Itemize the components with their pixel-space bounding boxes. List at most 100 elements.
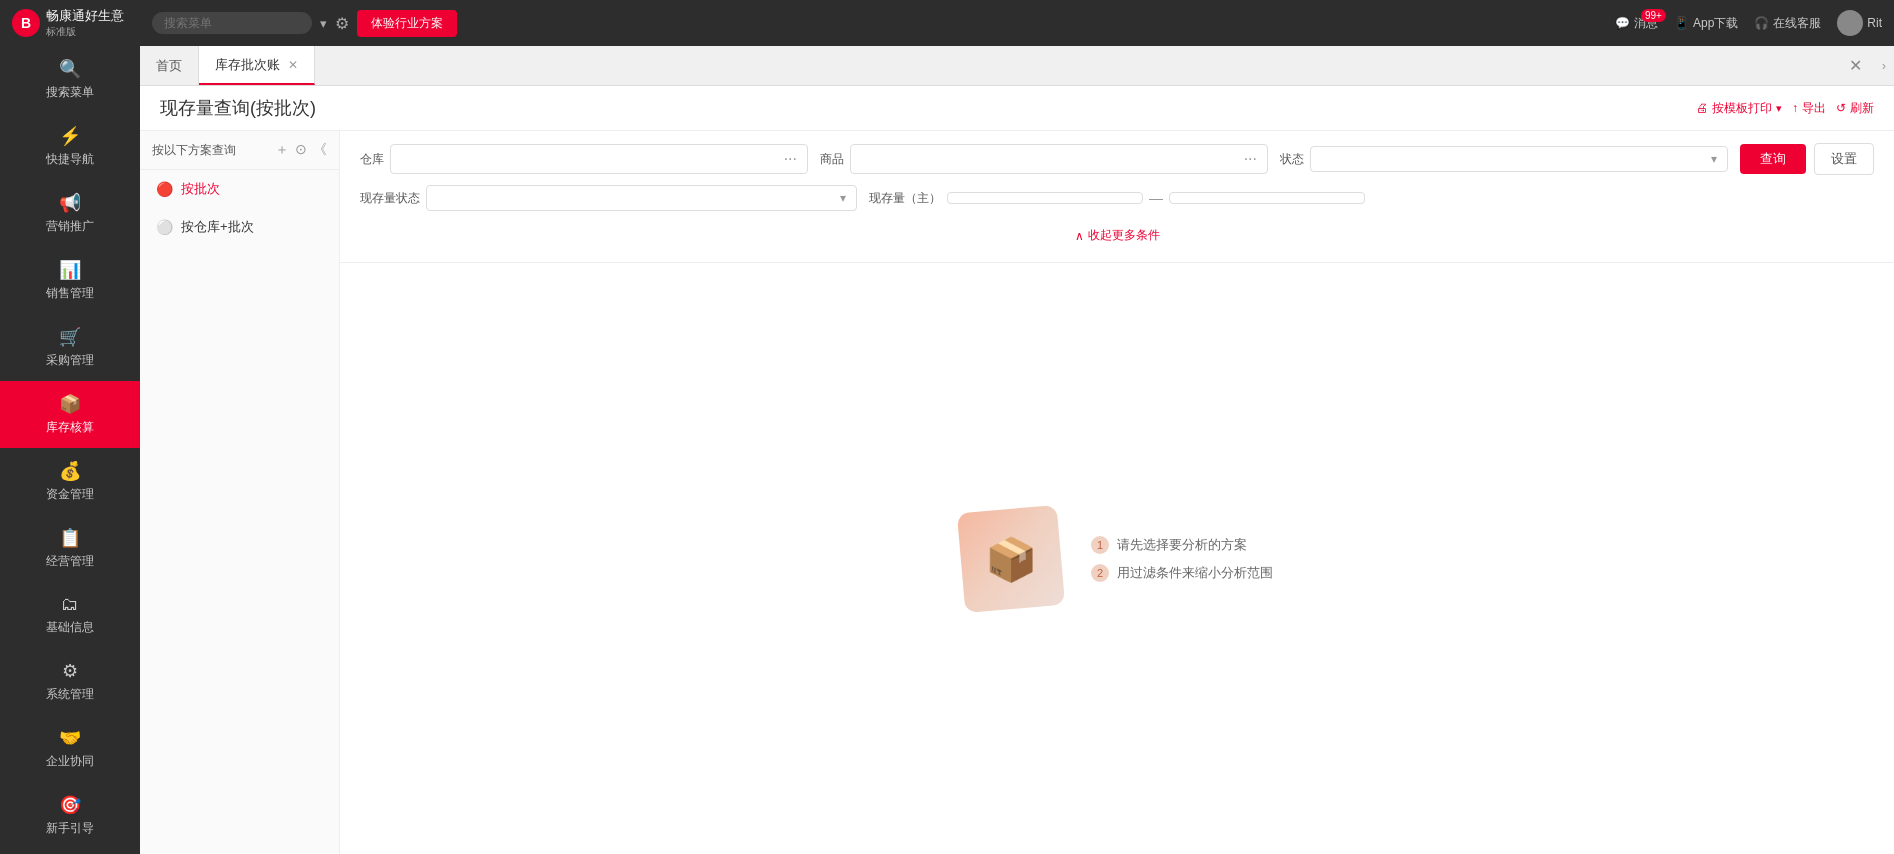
sidebar-item-enterprise[interactable]: 🤝 企业协同	[0, 715, 140, 782]
sidebar-icon-search: 🔍	[59, 58, 81, 80]
scheme-icon-by-warehouse-batch: ⚪	[156, 219, 173, 235]
scheme-item-by-batch[interactable]: 🔴 按批次	[140, 170, 339, 208]
query-button[interactable]: 查询	[1740, 144, 1806, 174]
collapse-row[interactable]: ∧ 收起更多条件	[360, 221, 1874, 250]
stock-status-filter: 现存量状态 ▾	[360, 185, 857, 211]
right-side: 首页库存批次账 ✕ ✕ › 现存量查询(按批次) 🖨 按模板打印 ▾ ↑ 导出	[140, 46, 1894, 854]
stock-main-filter: 现存量（主） —	[869, 190, 1366, 207]
scheme-settings-icon[interactable]: ⊙	[295, 141, 307, 159]
collapse-panel-icon[interactable]: 《	[313, 141, 327, 159]
page-body: 按以下方案查询 ＋ ⊙ 《 🔴 按批次 ⚪ 按仓库+批次	[140, 131, 1894, 854]
app-download-button[interactable]: 📱 App下载	[1674, 15, 1738, 32]
sidebar-item-inventory[interactable]: 📦 库存核算	[0, 381, 140, 448]
tab-panel-close[interactable]: ✕	[1837, 56, 1874, 75]
sidebar: 🔍 搜索菜单 ⚡ 快捷导航 📢 营销推广 📊 销售管理 🛒 采购管理 📦 库存核…	[0, 46, 140, 854]
sidebar-item-quick-nav[interactable]: ⚡ 快捷导航	[0, 113, 140, 180]
scheme-label-by-batch: 按批次	[181, 180, 220, 198]
sidebar-label-basic: 基础信息	[46, 619, 94, 636]
empty-tip-2: 2 用过滤条件来缩小分析范围	[1091, 564, 1273, 582]
sidebar-item-apps[interactable]: 📱 应用中心	[0, 849, 140, 854]
setting-button[interactable]: 设置	[1814, 143, 1874, 175]
collapse-label: 收起更多条件	[1088, 227, 1160, 244]
sidebar-icon-operations: 📋	[59, 527, 81, 549]
tab-home[interactable]: 首页	[140, 46, 199, 85]
main-layout: 🔍 搜索菜单 ⚡ 快捷导航 📢 营销推广 📊 销售管理 🛒 采购管理 📦 库存核…	[0, 46, 1894, 854]
tab-inventory-batch[interactable]: 库存批次账 ✕	[199, 46, 315, 85]
user-avatar[interactable]: Rit	[1837, 10, 1882, 36]
print-dropdown-icon[interactable]: ▾	[1776, 102, 1782, 115]
warehouse-label: 仓库	[360, 151, 384, 168]
sidebar-item-system[interactable]: ⚙ 系统管理	[0, 648, 140, 715]
right-content: 仓库 ··· 商品 ···	[340, 131, 1894, 854]
topbar-left: ▾ ⚙ 体验行业方案	[152, 10, 1605, 37]
status-input[interactable]: ▾	[1310, 146, 1728, 172]
tab-arrow[interactable]: ›	[1874, 58, 1894, 73]
left-panel: 按以下方案查询 ＋ ⊙ 《 🔴 按批次 ⚪ 按仓库+批次	[140, 131, 340, 854]
sidebar-item-operations[interactable]: 📋 经营管理	[0, 515, 140, 582]
sidebar-label-purchase: 采购管理	[46, 352, 94, 369]
sidebar-label-operations: 经营管理	[46, 553, 94, 570]
left-panel-title: 按以下方案查询	[152, 142, 236, 159]
sidebar-label-system: 系统管理	[46, 686, 94, 703]
filter-actions: 查询 设置	[1740, 143, 1874, 175]
sidebar-item-basic[interactable]: 🗂 基础信息	[0, 582, 140, 648]
stock-status-label: 现存量状态	[360, 190, 420, 207]
sidebar-label-marketing: 营销推广	[46, 218, 94, 235]
product-input[interactable]: ···	[850, 144, 1268, 174]
industry-button[interactable]: 体验行业方案	[357, 10, 457, 37]
online-service-button[interactable]: 🎧 在线客服	[1754, 15, 1821, 32]
tabbar: 首页库存批次账 ✕ ✕ ›	[140, 46, 1894, 86]
sidebar-item-search[interactable]: 🔍 搜索菜单	[0, 46, 140, 113]
sidebar-item-marketing[interactable]: 📢 营销推广	[0, 180, 140, 247]
sidebar-label-inventory: 库存核算	[46, 419, 94, 436]
stock-main-from[interactable]	[947, 192, 1143, 204]
sidebar-icon-guide: 🎯	[59, 794, 81, 816]
phone-icon: 📱	[1674, 16, 1689, 30]
refresh-icon: ↺	[1836, 101, 1846, 115]
export-icon: ↑	[1792, 101, 1798, 115]
tip-num-2: 2	[1091, 564, 1109, 582]
settings-icon[interactable]: ⚙	[335, 14, 349, 33]
add-scheme-icon[interactable]: ＋	[275, 141, 289, 159]
sidebar-icon-system: ⚙	[62, 660, 78, 682]
refresh-button[interactable]: ↺ 刷新	[1836, 100, 1874, 117]
product-label: 商品	[820, 151, 844, 168]
page-title: 现存量查询(按批次)	[160, 96, 316, 120]
stock-main-to[interactable]	[1169, 192, 1365, 204]
status-filter: 状态 ▾	[1280, 146, 1728, 172]
tip-text-1: 请先选择要分析的方案	[1117, 536, 1247, 554]
warehouse-input[interactable]: ···	[390, 144, 808, 174]
tab-label-inventory-batch: 库存批次账	[215, 56, 280, 74]
sidebar-item-sales[interactable]: 📊 销售管理	[0, 247, 140, 314]
warehouse-dots[interactable]: ···	[784, 150, 797, 168]
status-label: 状态	[1280, 151, 1304, 168]
sidebar-label-finance: 资金管理	[46, 486, 94, 503]
collapse-icon: ∧	[1075, 229, 1084, 243]
sidebar-item-guide[interactable]: 🎯 新手引导	[0, 782, 140, 849]
sidebar-icon-sales: 📊	[59, 259, 81, 281]
filter-row-1: 仓库 ··· 商品 ···	[360, 143, 1874, 175]
print-button[interactable]: 🖨 按模板打印 ▾	[1696, 100, 1782, 117]
sidebar-icon-purchase: 🛒	[59, 326, 81, 348]
notifications-button[interactable]: 💬 消息 99+	[1615, 15, 1658, 32]
sidebar-icon-quick-nav: ⚡	[59, 125, 81, 147]
dropdown-icon[interactable]: ▾	[320, 16, 327, 31]
sidebar-label-search: 搜索菜单	[46, 84, 94, 101]
page-header: 现存量查询(按批次) 🖨 按模板打印 ▾ ↑ 导出 ↺ 刷新	[140, 86, 1894, 131]
app-version: 标准版	[46, 25, 124, 39]
logo-icon: B	[12, 9, 40, 37]
print-label: 按模板打印	[1712, 100, 1772, 117]
tab-close-inventory-batch[interactable]: ✕	[288, 58, 298, 72]
export-button[interactable]: ↑ 导出	[1792, 100, 1826, 117]
product-dots[interactable]: ···	[1244, 150, 1257, 168]
refresh-label: 刷新	[1850, 100, 1874, 117]
search-input[interactable]	[152, 12, 312, 34]
sidebar-item-finance[interactable]: 💰 资金管理	[0, 448, 140, 515]
empty-state: 📦 1 请先选择要分析的方案 2 用过滤条件来缩小分析范围	[340, 263, 1894, 854]
sidebar-item-purchase[interactable]: 🛒 采购管理	[0, 314, 140, 381]
stock-status-input[interactable]: ▾	[426, 185, 857, 211]
scheme-item-by-warehouse-batch[interactable]: ⚪ 按仓库+批次	[140, 208, 339, 246]
scheme-label-by-warehouse-batch: 按仓库+批次	[181, 218, 254, 236]
content-area: 现存量查询(按批次) 🖨 按模板打印 ▾ ↑ 导出 ↺ 刷新	[140, 86, 1894, 854]
tip-text-2: 用过滤条件来缩小分析范围	[1117, 564, 1273, 582]
